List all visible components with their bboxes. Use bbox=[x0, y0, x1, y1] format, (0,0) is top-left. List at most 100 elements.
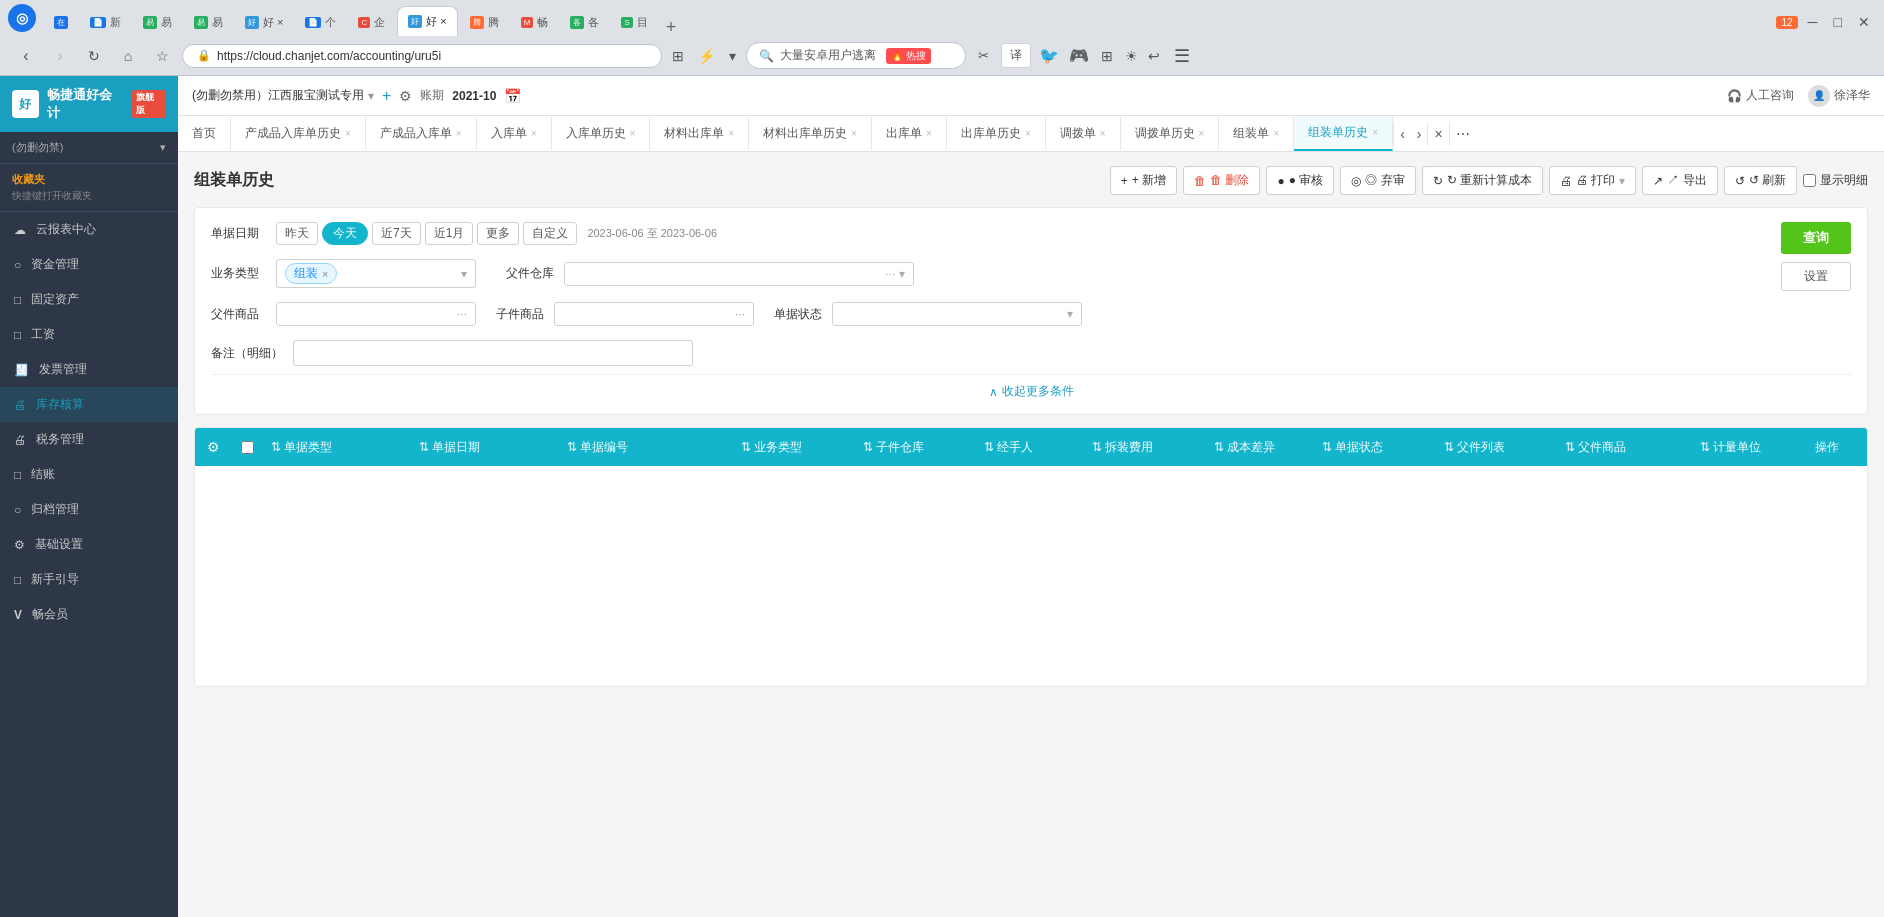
user-info[interactable]: 👤 徐泽华 bbox=[1808, 85, 1870, 107]
browser-tab-1[interactable]: 在 bbox=[44, 8, 78, 36]
th-parent-list[interactable]: ⇅父件列表 bbox=[1436, 439, 1558, 456]
lightning-btn[interactable]: ⚡ bbox=[694, 44, 719, 68]
sidebar-item-fund-mgmt[interactable]: ○ 资金管理 bbox=[0, 247, 178, 282]
sidebar-item-archive-mgmt[interactable]: ○ 归档管理 bbox=[0, 492, 178, 527]
select-all-checkbox[interactable] bbox=[241, 441, 254, 454]
browser-tab-6[interactable]: 📄 个 bbox=[295, 8, 346, 36]
header-company[interactable]: (勿删勿禁用）江西服宝测试专用 ▾ bbox=[192, 87, 374, 104]
tab-material-outbound[interactable]: 材料出库单 × bbox=[650, 117, 749, 150]
grid-btn[interactable]: ⊞ bbox=[1097, 46, 1117, 66]
undo-btn[interactable]: ↩ bbox=[1146, 46, 1162, 66]
browser-tab-2[interactable]: 📄 新 bbox=[80, 8, 131, 36]
child-goods-more-icon[interactable]: ··· bbox=[735, 307, 745, 321]
tab-close-prod-inbound-history[interactable]: × bbox=[345, 128, 351, 139]
tab-close-material-outbound[interactable]: × bbox=[728, 128, 734, 139]
translate-btn[interactable]: 译 bbox=[1001, 43, 1031, 68]
menu-btn[interactable]: ☰ bbox=[1168, 43, 1196, 69]
nav-back[interactable]: ‹ bbox=[12, 42, 40, 70]
browser-tab-4[interactable]: 易 易 bbox=[184, 8, 233, 36]
biz-type-tag-close[interactable]: × bbox=[322, 268, 328, 280]
tab-prod-inbound-history[interactable]: 产成品入库单历史 × bbox=[231, 117, 366, 150]
settings-gear-btn[interactable]: ⚙ bbox=[399, 88, 412, 104]
search-box[interactable]: 🔍 大量安卓用户逃离 🔥 热搜 bbox=[746, 42, 966, 69]
tab-close-assembly[interactable]: × bbox=[1100, 128, 1106, 139]
sidebar-item-payroll[interactable]: □ 工资 bbox=[0, 317, 178, 352]
show-detail-checkbox[interactable] bbox=[1803, 174, 1816, 187]
scissors-btn[interactable]: ✂ bbox=[972, 46, 995, 65]
parent-goods-more-icon[interactable]: ··· bbox=[457, 307, 467, 321]
browser-tab-3[interactable]: 易 易 bbox=[133, 8, 182, 36]
sidebar-company[interactable]: (勿删勿禁) ▾ bbox=[0, 132, 178, 164]
tab-close-inbound-history[interactable]: × bbox=[630, 128, 636, 139]
nav-forward[interactable]: › bbox=[46, 42, 74, 70]
tab-assembly-history[interactable]: 调拨单历史 × bbox=[1121, 117, 1220, 150]
recalc-btn[interactable]: ↻ ↻ 重新计算成本 bbox=[1422, 166, 1543, 195]
audit-btn[interactable]: ● ● 审核 bbox=[1266, 166, 1334, 195]
th-disassembly-fee[interactable]: ⇅拆装费用 bbox=[1084, 439, 1206, 456]
sidebar-item-invoice-mgmt[interactable]: 🧾 发票管理 bbox=[0, 352, 178, 387]
th-settings[interactable]: ⚙ bbox=[195, 439, 231, 455]
print-btn[interactable]: 🖨 🖨 打印 ▾ bbox=[1549, 166, 1636, 195]
qr-code-btn[interactable]: ⊞ bbox=[668, 44, 688, 68]
browser-tab-5[interactable]: 好 好 × bbox=[235, 8, 293, 36]
nav-refresh[interactable]: ↻ bbox=[80, 42, 108, 70]
window-maximize[interactable]: □ bbox=[1828, 12, 1848, 32]
filter-settings-btn[interactable]: 设置 bbox=[1781, 262, 1851, 291]
export-btn[interactable]: ↗ ↗ 导出 bbox=[1642, 166, 1717, 195]
browser-tab-7[interactable]: C 企 bbox=[348, 8, 395, 36]
biz-type-selector[interactable]: 组装 × ▾ bbox=[276, 259, 476, 288]
window-close[interactable]: ✕ bbox=[1852, 12, 1876, 32]
th-unit[interactable]: ⇅计量单位 bbox=[1692, 439, 1787, 456]
tab-close-assembly-history[interactable]: × bbox=[1199, 128, 1205, 139]
th-child-warehouse[interactable]: ⇅子件仓库 bbox=[855, 439, 977, 456]
tab-close-all[interactable]: × bbox=[1428, 122, 1449, 146]
tab-close-outbound-history[interactable]: × bbox=[1025, 128, 1031, 139]
th-checkbox[interactable] bbox=[231, 441, 263, 454]
game-btn[interactable]: 🎮 bbox=[1067, 44, 1091, 67]
calendar-btn[interactable]: 📅 bbox=[504, 88, 521, 104]
th-doc-date[interactable]: ⇅单据日期 bbox=[411, 439, 559, 456]
tab-nav-right[interactable]: › bbox=[1411, 122, 1429, 146]
tab-kit[interactable]: 组装单 × bbox=[1219, 117, 1294, 150]
sidebar-item-inventory[interactable]: 🖨 库存核算 bbox=[0, 387, 178, 422]
nav-bookmark[interactable]: ☆ bbox=[148, 42, 176, 70]
emoji-btn[interactable]: 🐦 bbox=[1037, 44, 1061, 67]
browser-tab-11[interactable]: 各 各 bbox=[560, 8, 609, 36]
add-company-btn[interactable]: + bbox=[382, 87, 391, 105]
date-btn-7days[interactable]: 近7天 bbox=[372, 222, 421, 245]
th-doc-type[interactable]: ⇅单据类型 bbox=[263, 439, 411, 456]
parent-goods-input[interactable]: ··· bbox=[276, 302, 476, 326]
tab-home[interactable]: 首页 bbox=[178, 117, 231, 150]
browser-tab-8[interactable]: 好 好 × bbox=[397, 6, 457, 36]
tab-prod-inbound[interactable]: 产成品入库单 × bbox=[366, 117, 477, 150]
sidebar-item-closing[interactable]: □ 结账 bbox=[0, 457, 178, 492]
tab-close-kit[interactable]: × bbox=[1273, 128, 1279, 139]
query-btn[interactable]: 查询 bbox=[1781, 222, 1851, 254]
refresh-btn[interactable]: ↺ ↺ 刷新 bbox=[1724, 166, 1797, 195]
date-btn-today[interactable]: 今天 bbox=[322, 222, 368, 245]
tab-material-outbound-history[interactable]: 材料出库单历史 × bbox=[749, 117, 872, 150]
th-doc-no[interactable]: ⇅单据编号 bbox=[559, 439, 733, 456]
tab-close-kit-history[interactable]: × bbox=[1372, 127, 1378, 138]
sidebar-item-basic-settings[interactable]: ⚙ 基础设置 bbox=[0, 527, 178, 562]
date-btn-1month[interactable]: 近1月 bbox=[425, 222, 474, 245]
tab-inbound[interactable]: 入库单 × bbox=[477, 117, 552, 150]
parent-warehouse-selector[interactable]: ··· ▾ bbox=[564, 262, 914, 286]
browser-tab-10[interactable]: M 畅 bbox=[511, 8, 559, 36]
browser-tab-12[interactable]: S 目 bbox=[611, 8, 657, 36]
dropdown-btn[interactable]: ▾ bbox=[725, 44, 740, 68]
th-handler[interactable]: ⇅经手人 bbox=[976, 439, 1084, 456]
browser-tab-9[interactable]: 腾 腾 bbox=[460, 8, 509, 36]
address-bar[interactable]: 🔒 https://cloud.chanjet.com/accounting/u… bbox=[182, 44, 662, 68]
voucher-status-selector[interactable]: ▾ bbox=[832, 302, 1082, 326]
th-cost-diff[interactable]: ⇅成本差异 bbox=[1206, 439, 1314, 456]
collapse-filter-btn[interactable]: ∧ 收起更多条件 bbox=[211, 374, 1851, 400]
show-detail-checkbox-wrapper[interactable]: 显示明细 bbox=[1803, 172, 1868, 189]
date-btn-custom[interactable]: 自定义 bbox=[523, 222, 577, 245]
tab-close-material-outbound-history[interactable]: × bbox=[851, 128, 857, 139]
customer-service-btn[interactable]: 🎧 人工咨询 bbox=[1727, 87, 1794, 104]
tab-nav-left[interactable]: ‹ bbox=[1393, 122, 1411, 146]
sidebar-item-cloud-report[interactable]: ☁ 云报表中心 bbox=[0, 212, 178, 247]
brightness-btn[interactable]: ☀ bbox=[1123, 46, 1140, 66]
tab-outbound-history[interactable]: 出库单历史 × bbox=[947, 117, 1046, 150]
